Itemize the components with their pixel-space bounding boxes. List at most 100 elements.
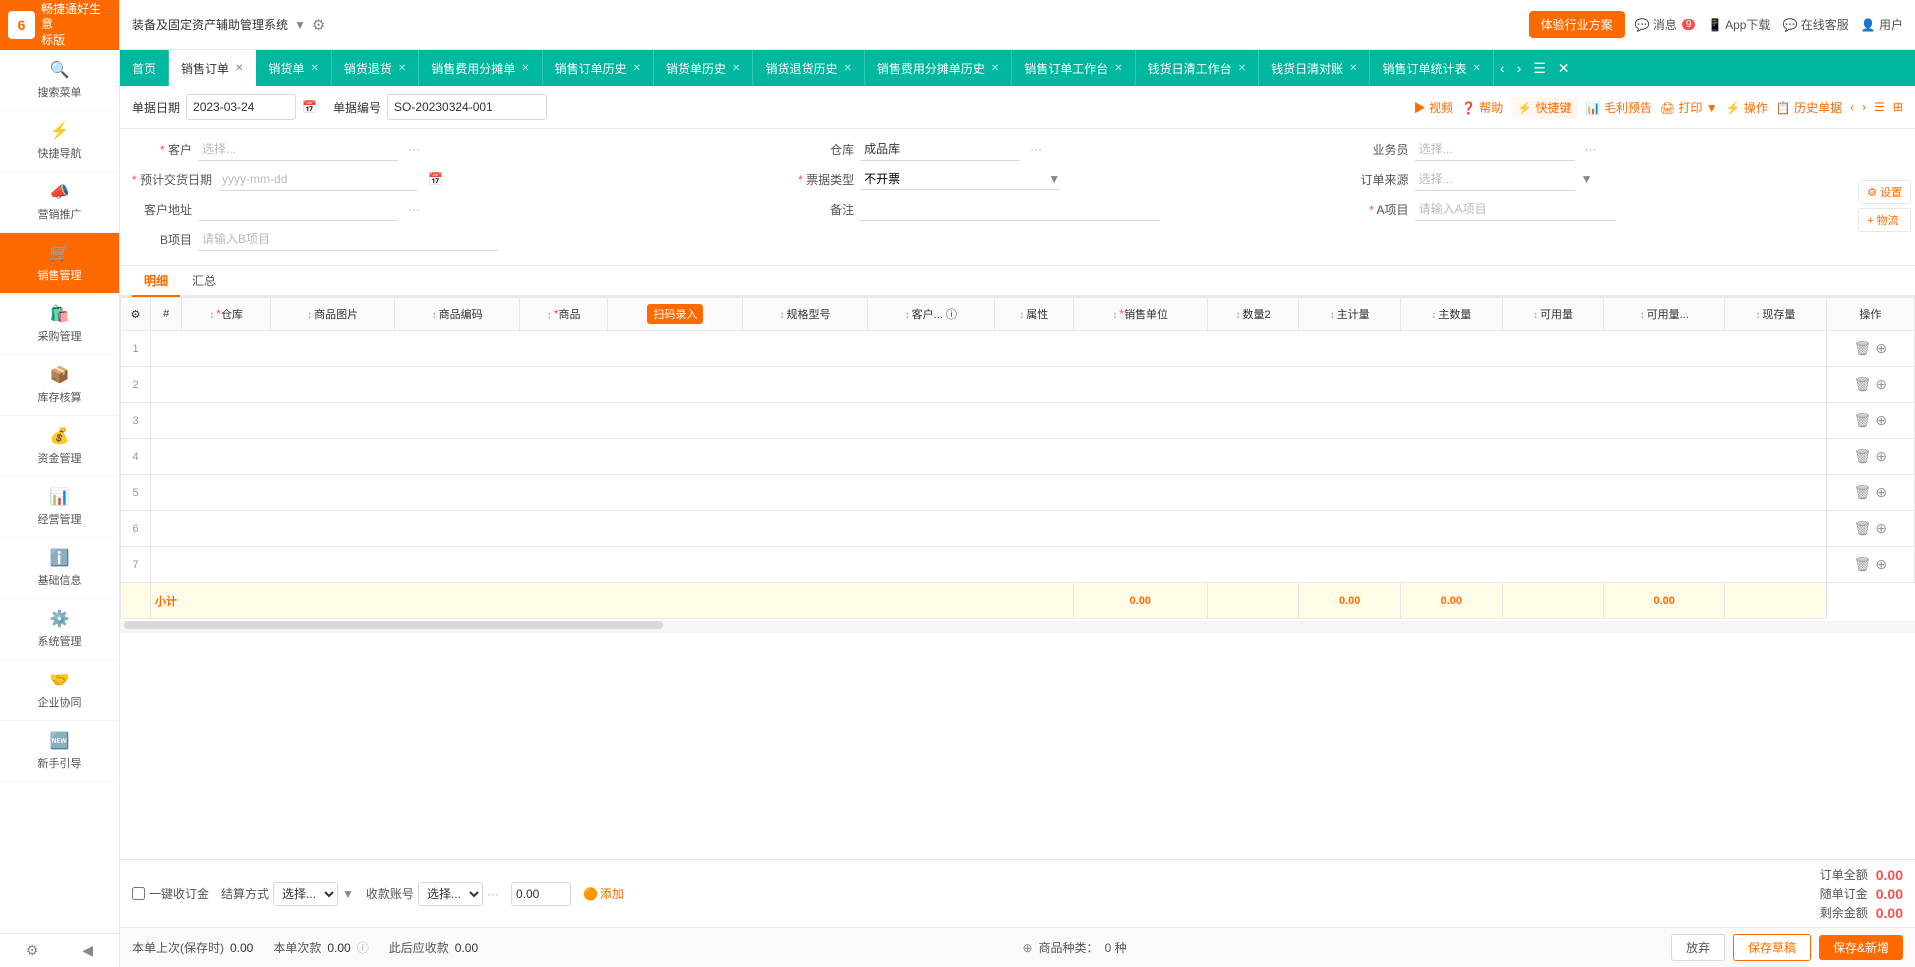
scan-input-btn[interactable]: 扫码录入: [647, 304, 703, 324]
salesperson-dots[interactable]: ···: [1585, 142, 1597, 156]
list-view-btn[interactable]: ☰: [1874, 100, 1885, 114]
th-settings[interactable]: ⚙: [121, 298, 151, 331]
sidebar-item-purchase[interactable]: 🛍️ 采购管理: [0, 294, 119, 355]
delete-row-btn[interactable]: 🗑: [1854, 448, 1872, 465]
sidebar-item-quicknav[interactable]: ⚡ 快捷导航: [0, 111, 119, 172]
account-select[interactable]: 选择...: [418, 882, 483, 906]
sidebar-item-base-info[interactable]: ℹ️ 基础信息: [0, 538, 119, 599]
help-btn[interactable]: ❓ 帮助: [1461, 99, 1503, 116]
th-qty2[interactable]: ↕数量2: [1207, 298, 1299, 331]
quick-order-checkbox[interactable]: 一键收订金: [132, 885, 209, 902]
tab-detail[interactable]: 明细: [132, 266, 180, 297]
tab-list-btn[interactable]: ☰: [1527, 50, 1552, 86]
tab-prev-btn[interactable]: ‹: [1494, 50, 1511, 86]
amount-input[interactable]: [511, 882, 571, 906]
online-service-btn[interactable]: 💬 在线客服: [1782, 16, 1848, 33]
tab-summary[interactable]: 汇总: [180, 266, 228, 297]
th-stock[interactable]: ↕现存量: [1725, 298, 1827, 331]
payment-dropdown[interactable]: ▼: [342, 887, 354, 901]
next-record-btn[interactable]: ›: [1862, 100, 1866, 114]
tab-order-workbench[interactable]: 销售订单工作台 ✕: [1012, 50, 1135, 86]
date-input[interactable]: [186, 94, 296, 120]
sidebar-item-guide[interactable]: 🆕 新手引导: [0, 721, 119, 782]
message-btn[interactable]: 💬 消息 9: [1635, 16, 1696, 33]
copy-row-btn[interactable]: ⊕: [1875, 448, 1887, 465]
a-project-input[interactable]: [1415, 197, 1615, 221]
grid-view-btn[interactable]: ⊞: [1893, 100, 1903, 114]
delete-row-btn[interactable]: 🗑: [1854, 556, 1872, 573]
salesperson-input[interactable]: [1415, 137, 1575, 161]
delete-row-btn[interactable]: 🗑: [1854, 412, 1872, 429]
current-info-icon[interactable]: ⓘ: [357, 939, 369, 956]
th-main-qty[interactable]: ↕主数量: [1401, 298, 1503, 331]
tab-order-workbench-close[interactable]: ✕: [1114, 63, 1122, 74]
payment-select[interactable]: 选择...: [273, 882, 338, 906]
delete-row-btn[interactable]: 🗑: [1854, 484, 1872, 501]
operations-btn[interactable]: ⚡ 操作: [1726, 99, 1768, 116]
tab-sales-stat[interactable]: 销售订单统计表 ✕: [1370, 50, 1493, 86]
sidebar-item-enterprise[interactable]: 🤝 企业协同: [0, 660, 119, 721]
calendar-icon[interactable]: 📅: [302, 100, 317, 114]
sidebar-item-inventory[interactable]: 📦 库存核算: [0, 355, 119, 416]
tab-next-btn[interactable]: ›: [1511, 50, 1528, 86]
copy-row-btn[interactable]: ⊕: [1875, 340, 1887, 357]
th-spec[interactable]: ↕规格型号: [743, 298, 867, 331]
tab-invoice-history-close[interactable]: ✕: [732, 63, 740, 74]
tab-fee-history[interactable]: 销售费用分摊单历史 ✕: [865, 50, 1012, 86]
tab-sales-return[interactable]: 销货退货 ✕: [332, 50, 419, 86]
tab-sales-fee-close[interactable]: ✕: [521, 63, 529, 74]
tab-order-history-close[interactable]: ✕: [633, 63, 641, 74]
tab-return-history-close[interactable]: ✕: [843, 63, 851, 74]
print-btn[interactable]: 🖨 打印 ▼: [1660, 99, 1718, 116]
tab-invoice-history[interactable]: 销货单历史 ✕: [654, 50, 753, 86]
sidebar-collapse-btn[interactable]: ◀: [82, 942, 93, 959]
copy-row-btn[interactable]: ⊕: [1875, 484, 1887, 501]
trial-button[interactable]: 体验行业方案: [1529, 11, 1625, 38]
history-btn[interactable]: 📋 历史单据: [1776, 99, 1842, 116]
copy-row-btn[interactable]: ⊕: [1875, 556, 1887, 573]
prev-record-btn[interactable]: ‹: [1850, 100, 1854, 114]
app-download-btn[interactable]: 📱 App下载: [1707, 16, 1770, 33]
tab-sales-fee[interactable]: 销售费用分摊单 ✕: [419, 50, 542, 86]
save-new-button[interactable]: 保存&新增: [1819, 935, 1903, 960]
scrollbar-thumb[interactable]: [124, 621, 663, 629]
th-available2[interactable]: ↕可用量...: [1604, 298, 1725, 331]
tab-home[interactable]: 首页: [120, 50, 169, 86]
tab-return-history[interactable]: 销货退货历史 ✕: [753, 50, 864, 86]
customer-dots[interactable]: ···: [408, 142, 420, 156]
th-product-code[interactable]: ↕商品编码: [395, 298, 519, 331]
logistics-btn[interactable]: + 物流: [1858, 208, 1911, 232]
th-scan[interactable]: 扫码录入: [608, 298, 743, 331]
profit-btn[interactable]: 📊 毛利预告: [1586, 99, 1652, 116]
add-payment-btn[interactable]: 🟠 添加: [583, 885, 624, 902]
tab-daily-recon[interactable]: 钱货日清对账 ✕: [1259, 50, 1370, 86]
tab-sales-order-close[interactable]: ✕: [235, 63, 243, 74]
sidebar-item-system[interactable]: ⚙️ 系统管理: [0, 599, 119, 660]
table-scrollbar[interactable]: [120, 621, 1915, 633]
th-customer-code[interactable]: ↕客户... ⓘ: [867, 298, 994, 331]
sidebar-item-sales[interactable]: 🛒 销售管理: [0, 233, 119, 294]
customer-input[interactable]: [198, 137, 398, 161]
discard-button[interactable]: 放弃: [1671, 934, 1725, 961]
warehouse-input[interactable]: [860, 137, 1020, 161]
b-project-input[interactable]: [198, 227, 498, 251]
save-draft-button[interactable]: 保存草稿: [1733, 934, 1811, 961]
video-btn[interactable]: ▶ 视频: [1414, 99, 1453, 116]
sidebar-item-marketing[interactable]: 📣 营销推广: [0, 172, 119, 233]
tab-sales-invoice-close[interactable]: ✕: [310, 63, 318, 74]
delete-row-btn[interactable]: 🗑: [1854, 376, 1872, 393]
product-count-icon[interactable]: ⊕: [1022, 941, 1032, 955]
order-source-dropdown[interactable]: ▼: [1581, 172, 1593, 186]
delete-row-btn[interactable]: 🗑: [1854, 520, 1872, 537]
tab-daily-recon-close[interactable]: ✕: [1349, 63, 1357, 74]
tab-daily-workbench-close[interactable]: ✕: [1238, 63, 1246, 74]
warehouse-dots[interactable]: ···: [1030, 142, 1042, 156]
tab-order-history[interactable]: 销售订单历史 ✕: [543, 50, 654, 86]
delete-row-btn[interactable]: 🗑: [1854, 340, 1872, 357]
tab-sales-return-close[interactable]: ✕: [398, 63, 406, 74]
th-available[interactable]: ↕可用量: [1502, 298, 1604, 331]
sidebar-settings-btn[interactable]: ⚙: [26, 942, 39, 959]
sidebar-item-search[interactable]: 🔍 搜索菜单: [0, 50, 119, 111]
tab-sales-stat-close[interactable]: ✕: [1473, 63, 1481, 74]
tab-daily-workbench[interactable]: 钱货日清工作台 ✕: [1136, 50, 1259, 86]
